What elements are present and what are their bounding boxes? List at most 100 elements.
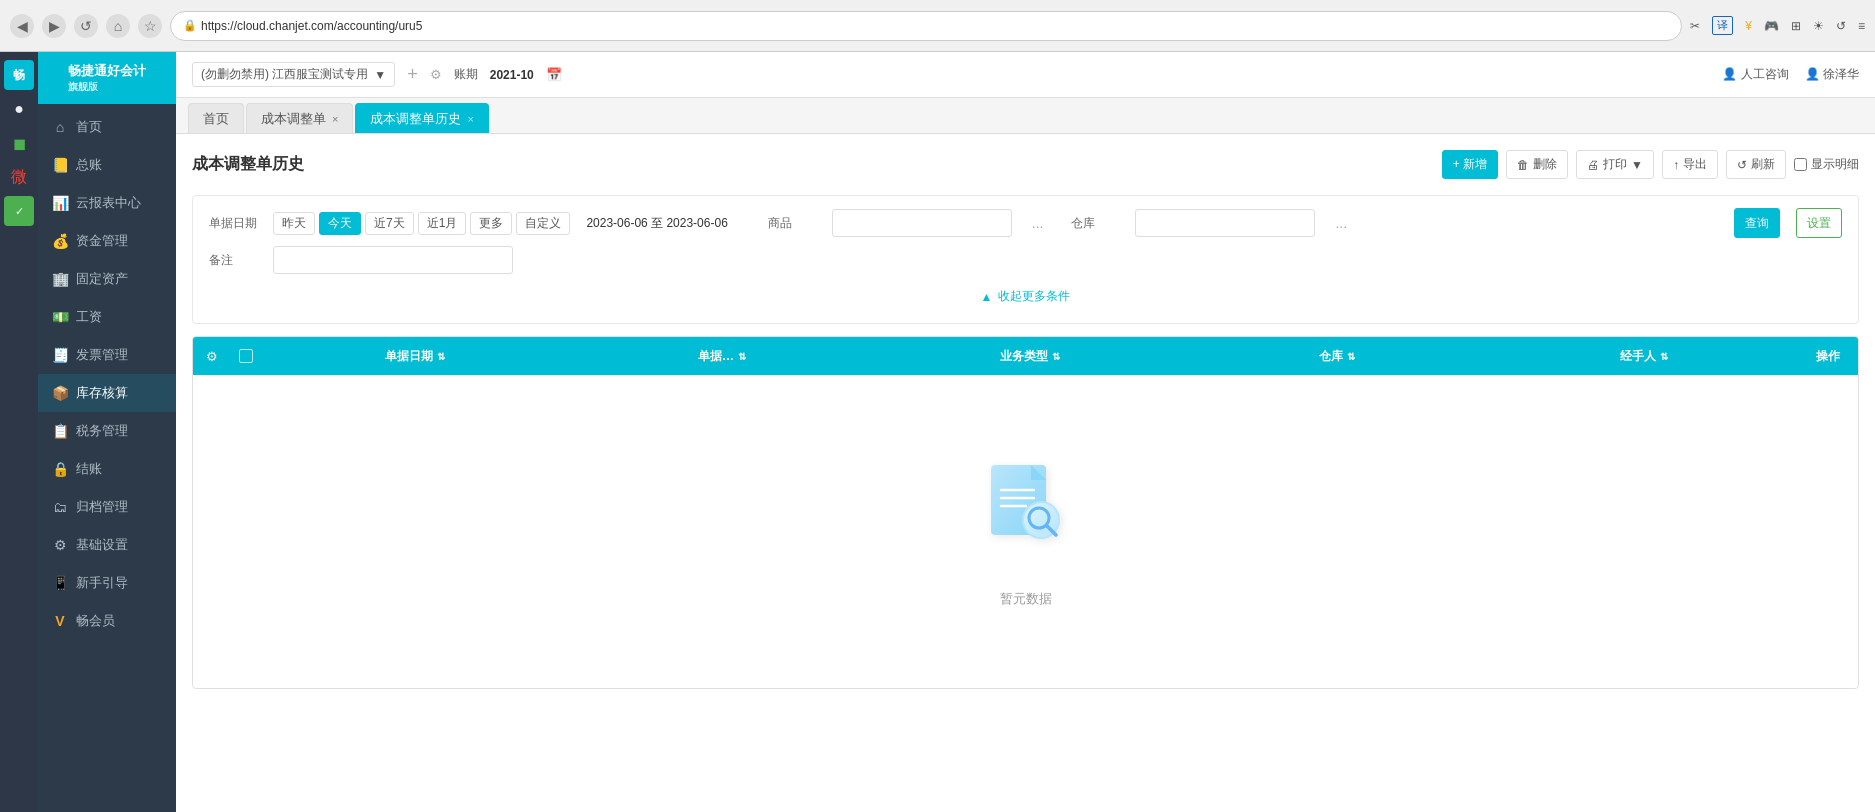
sidebar-item-close-period[interactable]: 🔒 结账 [38, 450, 176, 488]
th-date[interactable]: 单据日期 ⇅ [261, 348, 568, 365]
warehouse-input[interactable] [1135, 209, 1315, 237]
select-all-checkbox[interactable] [239, 349, 253, 363]
show-detail-toggle[interactable]: 显示明细 [1794, 156, 1859, 173]
back-button[interactable]: ◀ [10, 14, 34, 38]
sidebar-item-payroll[interactable]: 💵 工资 [38, 298, 176, 336]
table-header: ⚙ 单据日期 ⇅ 单据… ⇅ 业务类型 ⇅ [193, 337, 1858, 375]
page-header: 成本调整单历史 + 新增 🗑 删除 🖨 打印 ▼ ↑ 导出 [192, 150, 1859, 179]
add-company-btn[interactable]: + [407, 64, 418, 85]
show-detail-checkbox[interactable] [1794, 158, 1807, 171]
rail-item-3[interactable]: ◼ [4, 128, 34, 158]
sidebar: 畅捷通好会计 旗舰版 ⌂ 首页 📒 总账 📊 云报表中心 💰 资金管理 � [38, 52, 176, 812]
sidebar-item-label: 结账 [76, 460, 102, 478]
sidebar-item-invoice[interactable]: 🧾 发票管理 [38, 336, 176, 374]
sidebar-menu: ⌂ 首页 📒 总账 📊 云报表中心 💰 资金管理 🏢 固定资产 💵 工资 [38, 104, 176, 812]
wallet-tool[interactable]: ¥ [1745, 19, 1752, 33]
delete-button[interactable]: 🗑 删除 [1506, 150, 1568, 179]
archive-icon: 🗂 [52, 499, 68, 515]
print-button[interactable]: 🖨 打印 ▼ [1576, 150, 1654, 179]
sidebar-item-label: 固定资产 [76, 270, 128, 288]
table-settings-icon[interactable]: ⚙ [193, 349, 231, 364]
date-btn-7days[interactable]: 近7天 [365, 212, 414, 235]
cut-tool[interactable]: ✂ [1690, 19, 1700, 33]
menu-tool[interactable]: ≡ [1858, 19, 1865, 33]
rail-item-2[interactable]: ● [4, 94, 34, 124]
translate-tool[interactable]: 译 [1712, 16, 1733, 35]
filter-settings-button[interactable]: 设置 [1796, 208, 1842, 238]
sidebar-item-label: 税务管理 [76, 422, 128, 440]
page-title: 成本调整单历史 [192, 154, 304, 175]
settings-gear-icon[interactable]: ⚙ [430, 67, 442, 82]
remark-filter-label: 备注 [209, 252, 257, 269]
home-button[interactable]: ⌂ [106, 14, 130, 38]
url-bar[interactable]: 🔒 https://cloud.chanjet.com/accounting/u… [170, 11, 1682, 41]
date-btn-today[interactable]: 今天 [319, 212, 361, 235]
tab-cost-adjust-close[interactable]: × [332, 113, 338, 125]
data-table: ⚙ 单据日期 ⇅ 单据… ⇅ 业务类型 ⇅ [192, 336, 1859, 689]
sidebar-item-tax[interactable]: 📋 税务管理 [38, 412, 176, 450]
th-actions-label: 操作 [1816, 348, 1840, 365]
main-area: (勿删勿禁用) 江西服宝测试专用 ▼ + ⚙ 账期 2021-10 📅 👤 人工… [176, 52, 1875, 812]
sidebar-logo: 畅捷通好会计 旗舰版 [38, 52, 176, 104]
user-avatar[interactable]: 👤 徐泽华 [1805, 66, 1859, 83]
remark-input[interactable] [273, 246, 513, 274]
refresh-button[interactable]: ↺ 刷新 [1726, 150, 1786, 179]
sidebar-item-home[interactable]: ⌂ 首页 [38, 108, 176, 146]
query-button[interactable]: 查询 [1734, 208, 1780, 238]
brightness-tool[interactable]: ☀ [1813, 19, 1824, 33]
date-btn-custom[interactable]: 自定义 [516, 212, 570, 235]
lock-icon: 🔒 [183, 19, 197, 32]
th-number-label: 单据… [698, 348, 734, 365]
guide-icon: 📱 [52, 575, 68, 591]
sidebar-item-label: 总账 [76, 156, 102, 174]
sidebar-item-archive[interactable]: 🗂 归档管理 [38, 488, 176, 526]
filter-row-remark: 备注 [209, 246, 1842, 274]
date-btn-yesterday[interactable]: 昨天 [273, 212, 315, 235]
th-number[interactable]: 单据… ⇅ [568, 348, 875, 365]
date-btn-more[interactable]: 更多 [470, 212, 512, 235]
calendar-icon[interactable]: 📅 [546, 67, 562, 82]
goods-filter-label: 商品 [768, 215, 816, 232]
export-button[interactable]: ↑ 导出 [1662, 150, 1718, 179]
th-warehouse[interactable]: 仓库 ⇅ [1183, 348, 1490, 365]
sidebar-item-label: 新手引导 [76, 574, 128, 592]
tab-home[interactable]: 首页 [188, 103, 244, 133]
collapse-filter-button[interactable]: ▲ 收起更多条件 [209, 282, 1842, 311]
sidebar-item-ledger[interactable]: 📒 总账 [38, 146, 176, 184]
refresh-button[interactable]: ↺ [74, 14, 98, 38]
th-biz-type[interactable]: 业务类型 ⇅ [876, 348, 1183, 365]
tab-cost-adjust-history[interactable]: 成本调整单历史 × [355, 103, 488, 133]
tab-home-label: 首页 [203, 110, 229, 128]
sidebar-item-vip[interactable]: V 畅会员 [38, 602, 176, 640]
warehouse-dots-btn[interactable]: ... [1331, 215, 1351, 231]
date-btn-1month[interactable]: 近1月 [418, 212, 467, 235]
rail-item-weibo[interactable]: 微 [4, 162, 34, 192]
forward-button[interactable]: ▶ [42, 14, 66, 38]
th-handler[interactable]: 经手人 ⇅ [1491, 348, 1798, 365]
company-selector[interactable]: (勿删勿禁用) 江西服宝测试专用 ▼ [192, 62, 395, 87]
star-button[interactable]: ☆ [138, 14, 162, 38]
new-button[interactable]: + 新增 [1442, 150, 1498, 179]
sidebar-item-assets[interactable]: 🏢 固定资产 [38, 260, 176, 298]
tab-cost-adjust-label: 成本调整单 [261, 110, 326, 128]
game-tool[interactable]: 🎮 [1764, 19, 1779, 33]
sidebar-item-settings[interactable]: ⚙ 基础设置 [38, 526, 176, 564]
rail-item-4[interactable]: ✓ [4, 196, 34, 226]
goods-input[interactable] [832, 209, 1012, 237]
grid-tool[interactable]: ⊞ [1791, 19, 1801, 33]
tab-cost-adjust[interactable]: 成本调整单 × [246, 103, 353, 133]
undo-tool[interactable]: ↺ [1836, 19, 1846, 33]
filter-row-date: 单据日期 昨天 今天 近7天 近1月 更多 自定义 2023-06-06 至 2… [209, 208, 1842, 238]
sidebar-item-label: 畅会员 [76, 612, 115, 630]
tab-cost-adjust-history-close[interactable]: × [467, 113, 473, 125]
customer-service-btn[interactable]: 👤 人工咨询 [1722, 66, 1788, 83]
rail-item-1[interactable]: 畅 [4, 60, 34, 90]
table-select-all[interactable] [231, 349, 261, 363]
assets-icon: 🏢 [52, 271, 68, 287]
sidebar-item-funds[interactable]: 💰 资金管理 [38, 222, 176, 260]
goods-dots-btn[interactable]: ... [1028, 215, 1048, 231]
icon-rail: 畅 ● ◼ 微 ✓ [0, 52, 38, 812]
sidebar-item-reports[interactable]: 📊 云报表中心 [38, 184, 176, 222]
sidebar-item-inventory[interactable]: 📦 库存核算 [38, 374, 176, 412]
sidebar-item-guide[interactable]: 📱 新手引导 [38, 564, 176, 602]
